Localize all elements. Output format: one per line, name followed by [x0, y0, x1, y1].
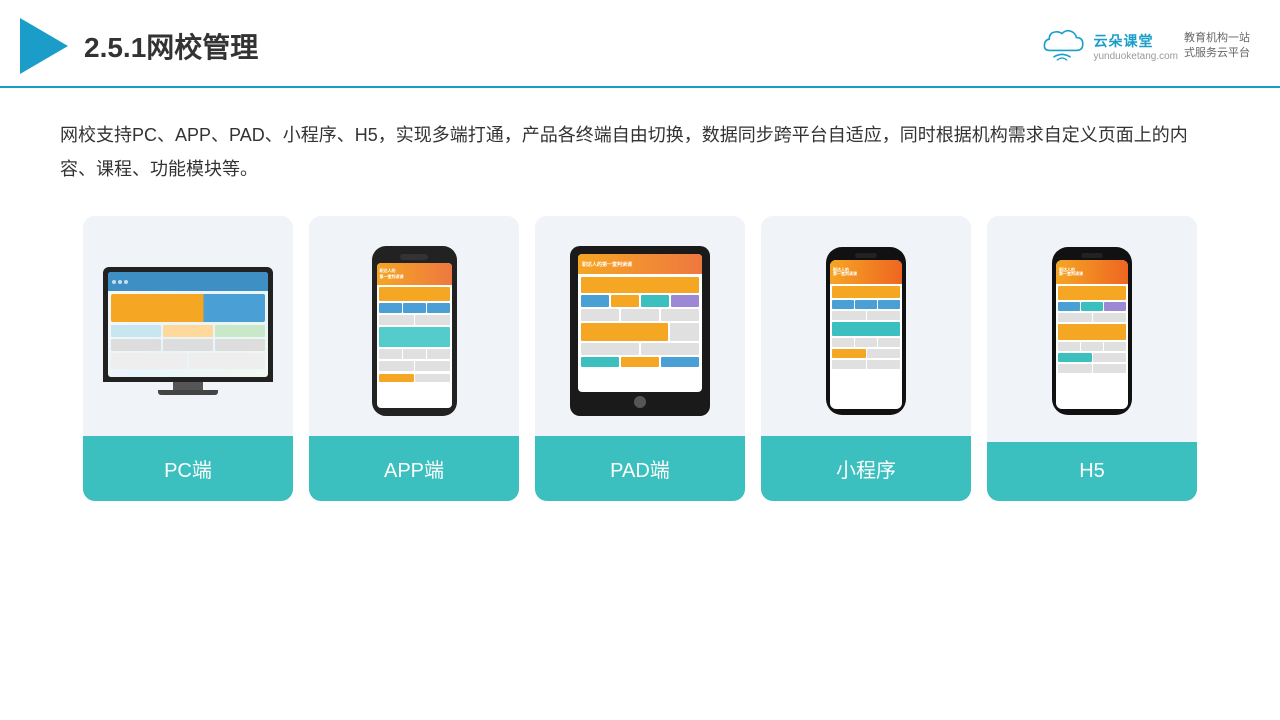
header-left: 2.5.1网校管理 [20, 18, 258, 74]
phone-screen: 职达人的第一堂判读课 [377, 263, 452, 408]
app-image-area: 职达人的第一堂判读课 [309, 216, 519, 436]
cloud-logo: 云朵课堂 yunduoketang.com 教育机构一站式服务云平台 [1037, 28, 1250, 64]
h5-card: 职达人的第一堂判读课 [987, 216, 1197, 501]
h5-phone-notch [1081, 253, 1103, 258]
pc-nav [108, 272, 268, 291]
description-text: 网校支持PC、APP、PAD、小程序、H5，实现多端打通，产品各终端自由切换，数… [60, 118, 1220, 186]
page-title: 2.5.1网校管理 [84, 26, 258, 66]
cloud-icon [1037, 28, 1087, 64]
main-content: 网校支持PC、APP、PAD、小程序、H5，实现多端打通，产品各终端自由切换，数… [0, 88, 1280, 521]
header-right: 云朵课堂 yunduoketang.com 教育机构一站式服务云平台 [1037, 28, 1250, 64]
logo-slogan: 教育机构一站式服务云平台 [1184, 31, 1250, 62]
pc-label: PC端 [83, 436, 293, 501]
mini-program-label: 小程序 [761, 436, 971, 501]
pc-card: PC端 [83, 216, 293, 501]
tablet-home-btn [634, 396, 646, 408]
brand-triangle-icon [20, 18, 68, 74]
header: 2.5.1网校管理 云朵课堂 yunduoketang.com 教育机构一站式服… [0, 0, 1280, 88]
logo-name: 云朵课堂 [1093, 31, 1153, 51]
logo-url: yunduoketang.com [1093, 51, 1178, 62]
h5-image-area: 职达人的第一堂判读课 [987, 216, 1197, 436]
mini-program-phone-mockup: 职达人的第一堂判读课 [826, 247, 906, 415]
tablet-screen: 职达人的第一堂判读课 [578, 254, 702, 392]
h5-phone-screen: 职达人的第一堂判读课 [1056, 260, 1128, 409]
h5-phone-mockup: 职达人的第一堂判读课 [1052, 247, 1132, 415]
pc-screen [103, 267, 273, 382]
pc-image-area [83, 216, 293, 436]
pad-label: PAD端 [535, 436, 745, 501]
tablet-mockup: 职达人的第一堂判读课 [570, 246, 710, 416]
h5-label: H5 [987, 442, 1197, 501]
pad-image-area: 职达人的第一堂判读课 [535, 216, 745, 436]
pad-card: 职达人的第一堂判读课 [535, 216, 745, 501]
phone-new-notch [855, 253, 877, 258]
pc-mockup [103, 267, 273, 395]
app-card: 职达人的第一堂判读课 [309, 216, 519, 501]
phone-notch [400, 254, 428, 260]
pc-base [158, 390, 218, 395]
cards-section: PC端 职达人的第一堂判读课 [60, 216, 1220, 501]
phone-new-screen: 职达人的第一堂判读课 [830, 260, 902, 409]
pc-stand [173, 382, 203, 390]
app-label: APP端 [309, 436, 519, 501]
app-phone-mockup: 职达人的第一堂判读课 [372, 246, 457, 416]
mini-program-image-area: 职达人的第一堂判读课 [761, 216, 971, 436]
mini-program-card: 职达人的第一堂判读课 [761, 216, 971, 501]
logo-text-group: 云朵课堂 yunduoketang.com [1093, 31, 1178, 62]
